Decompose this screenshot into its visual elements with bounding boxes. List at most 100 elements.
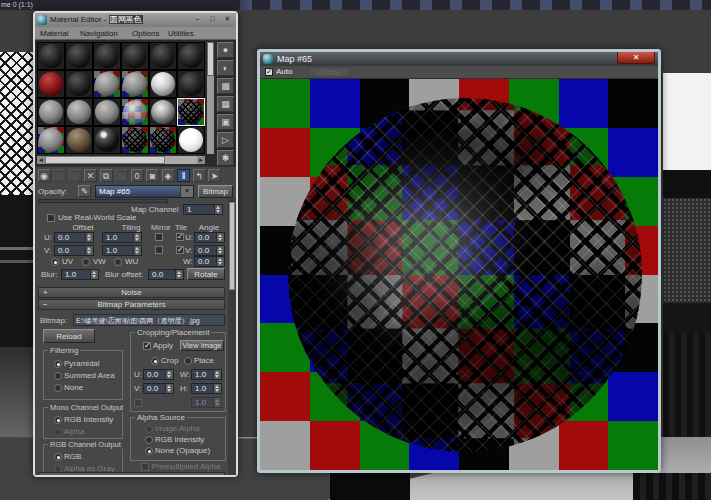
material-slot[interactable]	[177, 126, 205, 154]
material-slot[interactable]	[121, 70, 149, 98]
make-unique-icon[interactable]: ⧉	[100, 169, 113, 182]
v-tile-checkbox[interactable]	[176, 246, 184, 254]
apply-checkbox[interactable]	[143, 342, 151, 350]
material-slot[interactable]	[177, 70, 205, 98]
material-slot[interactable]	[177, 98, 205, 126]
crop-w-field[interactable]: 1.0	[191, 369, 222, 380]
v-offset-field[interactable]: 0.0	[54, 245, 94, 256]
material-slot[interactable]	[149, 70, 177, 98]
reload-button[interactable]: Reload	[43, 329, 95, 343]
rgb-radio[interactable]	[54, 453, 62, 461]
material-slot[interactable]	[149, 98, 177, 126]
menu-material[interactable]: Material	[40, 29, 68, 39]
image-alpha-radio[interactable]	[145, 425, 153, 433]
w-angle-field[interactable]: 0.0	[194, 256, 225, 267]
material-slot[interactable]	[121, 126, 149, 154]
wu-radio[interactable]	[114, 258, 122, 266]
premultiplied-checkbox[interactable]	[141, 463, 149, 471]
params-vscroll-thumb[interactable]	[229, 202, 235, 290]
material-slot[interactable]	[65, 98, 93, 126]
jitter-checkbox[interactable]	[134, 399, 142, 407]
map-window-close-button[interactable]: ✕	[617, 52, 655, 64]
menu-options[interactable]: Options	[132, 29, 160, 39]
sample-type-icon[interactable]: ●	[217, 42, 234, 58]
put-to-scene-icon[interactable]: ◎	[53, 169, 66, 182]
sample-uv-tiling-icon[interactable]: ▦	[217, 96, 234, 112]
summed-area-radio[interactable]	[54, 372, 62, 380]
material-slot[interactable]	[65, 70, 93, 98]
material-slot[interactable]	[65, 42, 93, 70]
material-slot[interactable]	[121, 42, 149, 70]
view-image-button[interactable]: View Image	[180, 340, 224, 351]
mono-rgb-intensity-radio[interactable]	[54, 416, 62, 424]
material-slot[interactable]	[65, 126, 93, 154]
map-window-titlebar[interactable]: Map #65 ✕	[260, 52, 658, 66]
use-real-world-checkbox[interactable]	[47, 214, 55, 222]
map-channel-field[interactable]: 1	[183, 204, 223, 215]
material-slot[interactable]	[93, 42, 121, 70]
u-tile-checkbox[interactable]	[176, 233, 184, 241]
material-slot[interactable]	[93, 70, 121, 98]
crop-h-field[interactable]: 1.0	[191, 383, 222, 394]
material-id-channel-icon[interactable]: 0	[131, 169, 144, 182]
blur-field[interactable]: 1.0	[61, 269, 99, 280]
hscroll-thumb[interactable]	[45, 156, 165, 164]
mono-alpha-radio[interactable]	[54, 428, 62, 436]
u-offset-field[interactable]: 0.0	[54, 232, 94, 243]
make-preview-icon[interactable]: ▷	[217, 132, 234, 148]
pyramidal-radio[interactable]	[54, 360, 62, 368]
vscroll-thumb[interactable]	[207, 42, 214, 76]
material-slot[interactable]	[121, 98, 149, 126]
maximize-button[interactable]: □	[206, 14, 219, 24]
close-button[interactable]: ✕	[221, 14, 234, 24]
bitmap-path-button[interactable]: E:\镂黑健\店面\贴图\圆网（透明度）.jpg	[73, 314, 225, 326]
material-slot[interactable]	[37, 70, 65, 98]
assign-to-selection-icon[interactable]: ◍	[69, 169, 82, 182]
params-vscrollbar[interactable]	[228, 199, 236, 475]
jitter-field[interactable]: 1.0	[191, 397, 222, 408]
dropdown-arrow-button[interactable]: ▼	[180, 186, 193, 197]
hscroll-right-arrow[interactable]: ►	[197, 156, 205, 164]
put-to-library-icon[interactable]: ▤	[115, 169, 128, 182]
v-tiling-field[interactable]: 1.0	[102, 245, 142, 256]
material-editor-titlebar[interactable]: Material Editor - 圆网黑色 – □ ✕	[35, 13, 236, 27]
material-slot[interactable]	[37, 42, 65, 70]
rotate-button[interactable]: Rotate	[187, 268, 225, 280]
get-material-icon[interactable]: ◉	[38, 169, 51, 182]
material-slot[interactable]	[177, 42, 205, 70]
show-end-result-icon[interactable]: ◈	[162, 169, 175, 182]
none-opaque-radio[interactable]	[145, 447, 153, 455]
place-radio[interactable]	[184, 357, 192, 365]
u-tiling-field[interactable]: 1.0	[102, 232, 142, 243]
menu-utilities[interactable]: Utilities	[168, 29, 194, 39]
noise-rollout[interactable]: + Noise	[38, 287, 225, 298]
crop-v-field[interactable]: 0.0	[143, 383, 174, 394]
material-slot[interactable]	[37, 126, 65, 154]
vw-radio[interactable]	[82, 258, 90, 266]
show-map-in-viewport-icon[interactable]: ◙	[146, 169, 159, 182]
time-rollout[interactable]: + Time	[38, 472, 225, 475]
pin-icon[interactable]: ➤	[208, 169, 221, 182]
reset-map-icon[interactable]: ✕	[84, 169, 97, 182]
slots-hscrollbar[interactable]: ◄ ►	[37, 156, 205, 164]
u-angle-field[interactable]: 0.0	[194, 232, 225, 243]
material-slot[interactable]	[37, 98, 65, 126]
none-radio[interactable]	[54, 384, 62, 392]
minimize-button[interactable]: –	[191, 14, 204, 24]
auto-checkbox[interactable]	[265, 68, 273, 76]
map-type-button[interactable]: Bitmap	[198, 185, 233, 198]
map-name-dropdown[interactable]: Map #65 ▼	[95, 185, 194, 198]
uv-radio[interactable]	[51, 258, 59, 266]
crop-radio[interactable]	[151, 357, 159, 365]
material-slot[interactable]	[93, 98, 121, 126]
options-icon[interactable]: ✱	[217, 150, 234, 165]
v-angle-field[interactable]: 0.0	[194, 245, 225, 256]
slots-vscrollbar[interactable]	[207, 42, 214, 154]
update-button[interactable]: Update	[308, 67, 350, 77]
material-slot[interactable]	[149, 126, 177, 154]
menu-navigation[interactable]: Navigation	[80, 29, 118, 39]
u-mirror-checkbox[interactable]	[155, 233, 163, 241]
v-mirror-checkbox[interactable]	[155, 246, 163, 254]
alpha-rgb-intensity-radio[interactable]	[145, 436, 153, 444]
blur-offset-field[interactable]: 0.0	[148, 269, 184, 280]
